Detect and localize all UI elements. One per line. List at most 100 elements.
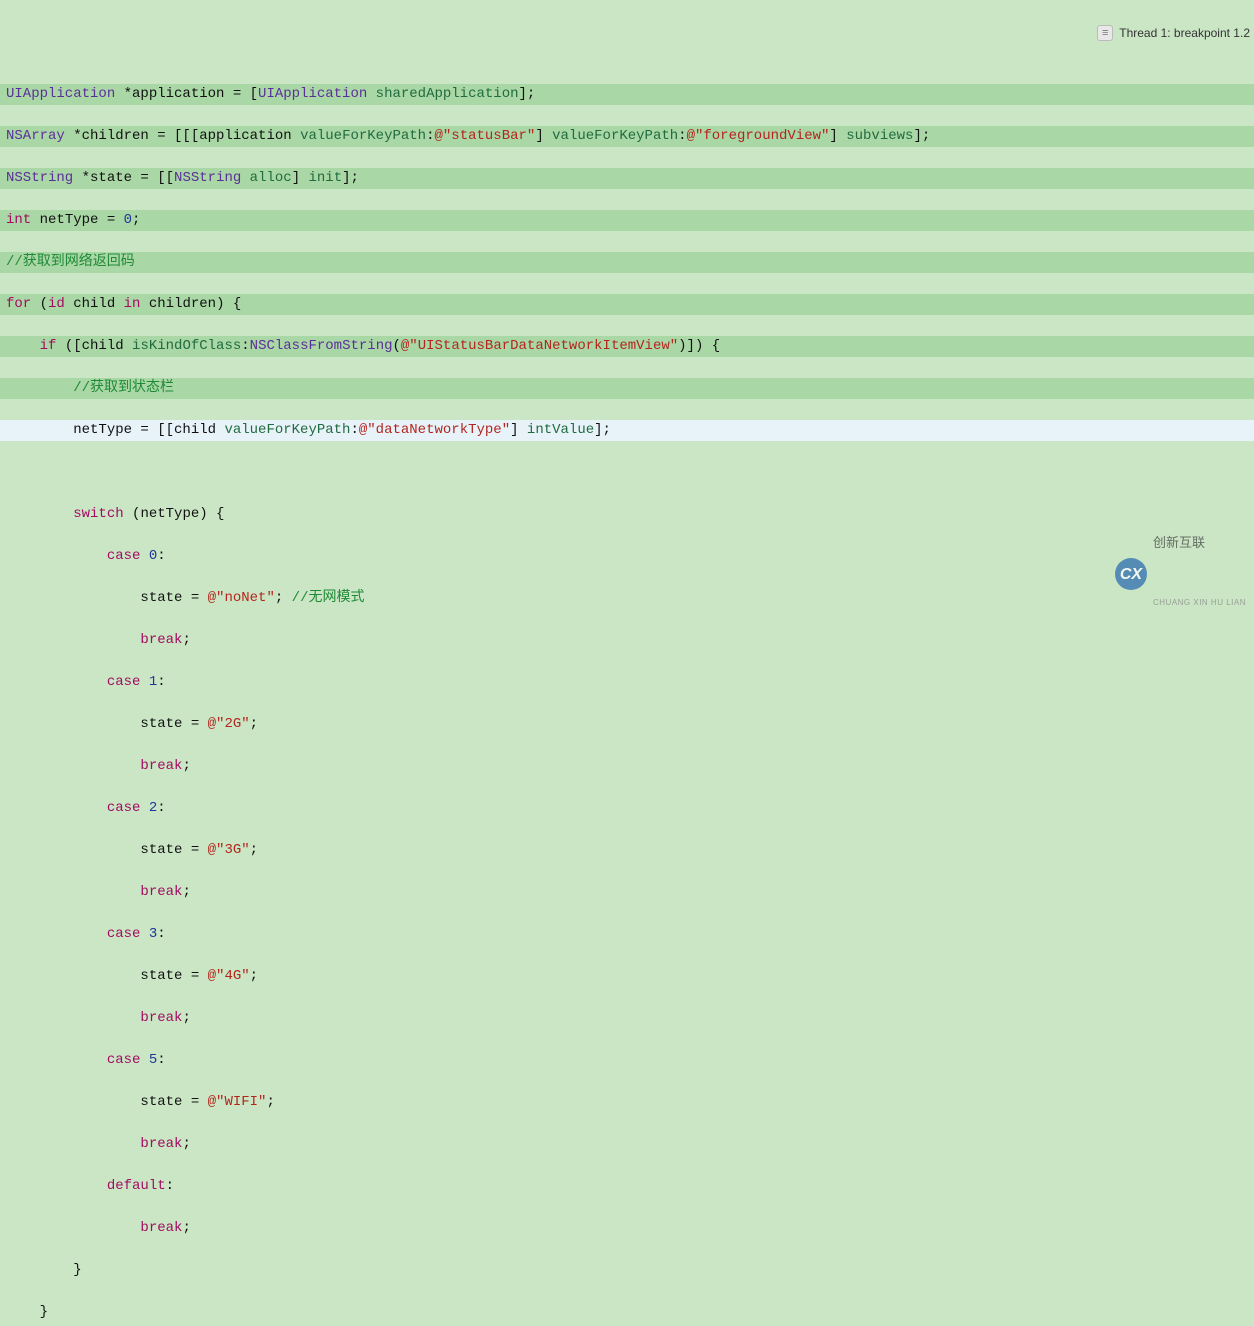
code-line-4: int netType = 0;	[0, 210, 1254, 231]
breakpoint-label: Thread 1: breakpoint 1.2	[1119, 23, 1250, 44]
code-line-19: state = @"3G";	[0, 840, 1254, 861]
token: 0	[124, 212, 132, 228]
token: @"statusBar"	[435, 128, 536, 144]
code-line-26: break;	[0, 1134, 1254, 1155]
code-line-14: break;	[0, 630, 1254, 651]
token: break	[140, 1136, 182, 1152]
code-line-8: //获取到状态栏	[0, 378, 1254, 399]
token: ];	[594, 422, 611, 438]
token: netType =	[31, 212, 123, 228]
watermark-text: 创新互联	[1153, 536, 1246, 550]
code-line-15: case 1:	[0, 672, 1254, 693]
token	[140, 1052, 148, 1068]
token	[6, 926, 107, 942]
token	[6, 1010, 140, 1026]
breakpoint-indicator[interactable]: ≡ Thread 1: breakpoint 1.2	[1097, 24, 1250, 42]
token: *state = [[	[73, 170, 174, 186]
token: NSClassFromString	[250, 338, 393, 354]
token: :	[157, 1052, 165, 1068]
token	[241, 170, 249, 186]
token: ;	[250, 968, 258, 984]
watermark: CX 创新互联 CHUANG XIN HU LIAN	[1115, 494, 1246, 655]
token: ;	[266, 1094, 274, 1110]
token: id	[48, 296, 65, 312]
token: valueForKeyPath	[224, 422, 350, 438]
token	[6, 674, 107, 690]
token: :	[157, 674, 165, 690]
token: in	[124, 296, 141, 312]
token: ([child	[56, 338, 132, 354]
token: ;	[182, 884, 190, 900]
token: ;	[182, 758, 190, 774]
code-line-11: switch (netType) {	[0, 504, 1254, 525]
token: case	[107, 674, 141, 690]
token: children) {	[140, 296, 241, 312]
token: switch	[73, 506, 123, 522]
watermark-logo-icon: CX	[1115, 558, 1147, 590]
token: 1	[149, 674, 157, 690]
token: state =	[6, 716, 208, 732]
code-line-2: NSArray *children = [[[application value…	[0, 126, 1254, 147]
token: ]	[829, 128, 846, 144]
token: :	[678, 128, 686, 144]
code-line-25: state = @"WIFI";	[0, 1092, 1254, 1113]
code-line-24: case 5:	[0, 1050, 1254, 1071]
token: 0	[149, 548, 157, 564]
token: state =	[6, 590, 208, 606]
token	[140, 800, 148, 816]
token	[6, 758, 140, 774]
token	[6, 1178, 107, 1194]
token: state =	[6, 968, 208, 984]
token	[6, 1052, 107, 1068]
token: break	[140, 632, 182, 648]
code-line-28: break;	[0, 1218, 1254, 1239]
code-line-21: case 3:	[0, 924, 1254, 945]
code-line-7: if ([child isKindOfClass:NSClassFromStri…	[0, 336, 1254, 357]
token: valueForKeyPath	[552, 128, 678, 144]
token: init	[309, 170, 343, 186]
token: ;	[182, 632, 190, 648]
token: case	[107, 1052, 141, 1068]
code-line-30: }	[0, 1302, 1254, 1323]
token	[6, 1136, 140, 1152]
token: :	[166, 1178, 174, 1194]
token: case	[107, 548, 141, 564]
token	[140, 548, 148, 564]
token: UIApplication	[6, 86, 115, 102]
token: ];	[342, 170, 359, 186]
token: ]	[510, 422, 527, 438]
token: 5	[149, 1052, 157, 1068]
code-line-27: default:	[0, 1176, 1254, 1197]
token: @"2G"	[208, 716, 250, 732]
token: break	[140, 884, 182, 900]
token: *application = [	[115, 86, 258, 102]
token: ;	[182, 1010, 190, 1026]
token: @"UIStatusBarDataNetworkItemView"	[401, 338, 678, 354]
code-line-20: break;	[0, 882, 1254, 903]
code-line-10	[0, 462, 1254, 483]
token: }	[6, 1262, 82, 1278]
token: //获取到网络返回码	[6, 254, 135, 270]
code-line-12: case 0:	[0, 546, 1254, 567]
code-line-17: break;	[0, 756, 1254, 777]
token: ;	[182, 1136, 190, 1152]
token: NSString	[6, 170, 73, 186]
token: sharedApplication	[376, 86, 519, 102]
token: ;	[132, 212, 140, 228]
token	[140, 926, 148, 942]
token: ;	[275, 590, 292, 606]
token: (	[31, 296, 48, 312]
token: :	[157, 800, 165, 816]
token	[6, 338, 40, 354]
code-line-9-current: netType = [[child valueForKeyPath:@"data…	[0, 420, 1254, 441]
token: (	[393, 338, 401, 354]
token	[6, 884, 140, 900]
token	[6, 800, 107, 816]
token: break	[140, 758, 182, 774]
token: int	[6, 212, 31, 228]
token: case	[107, 800, 141, 816]
token: alloc	[250, 170, 292, 186]
token: (netType) {	[124, 506, 225, 522]
token	[6, 548, 107, 564]
token: :	[157, 548, 165, 564]
